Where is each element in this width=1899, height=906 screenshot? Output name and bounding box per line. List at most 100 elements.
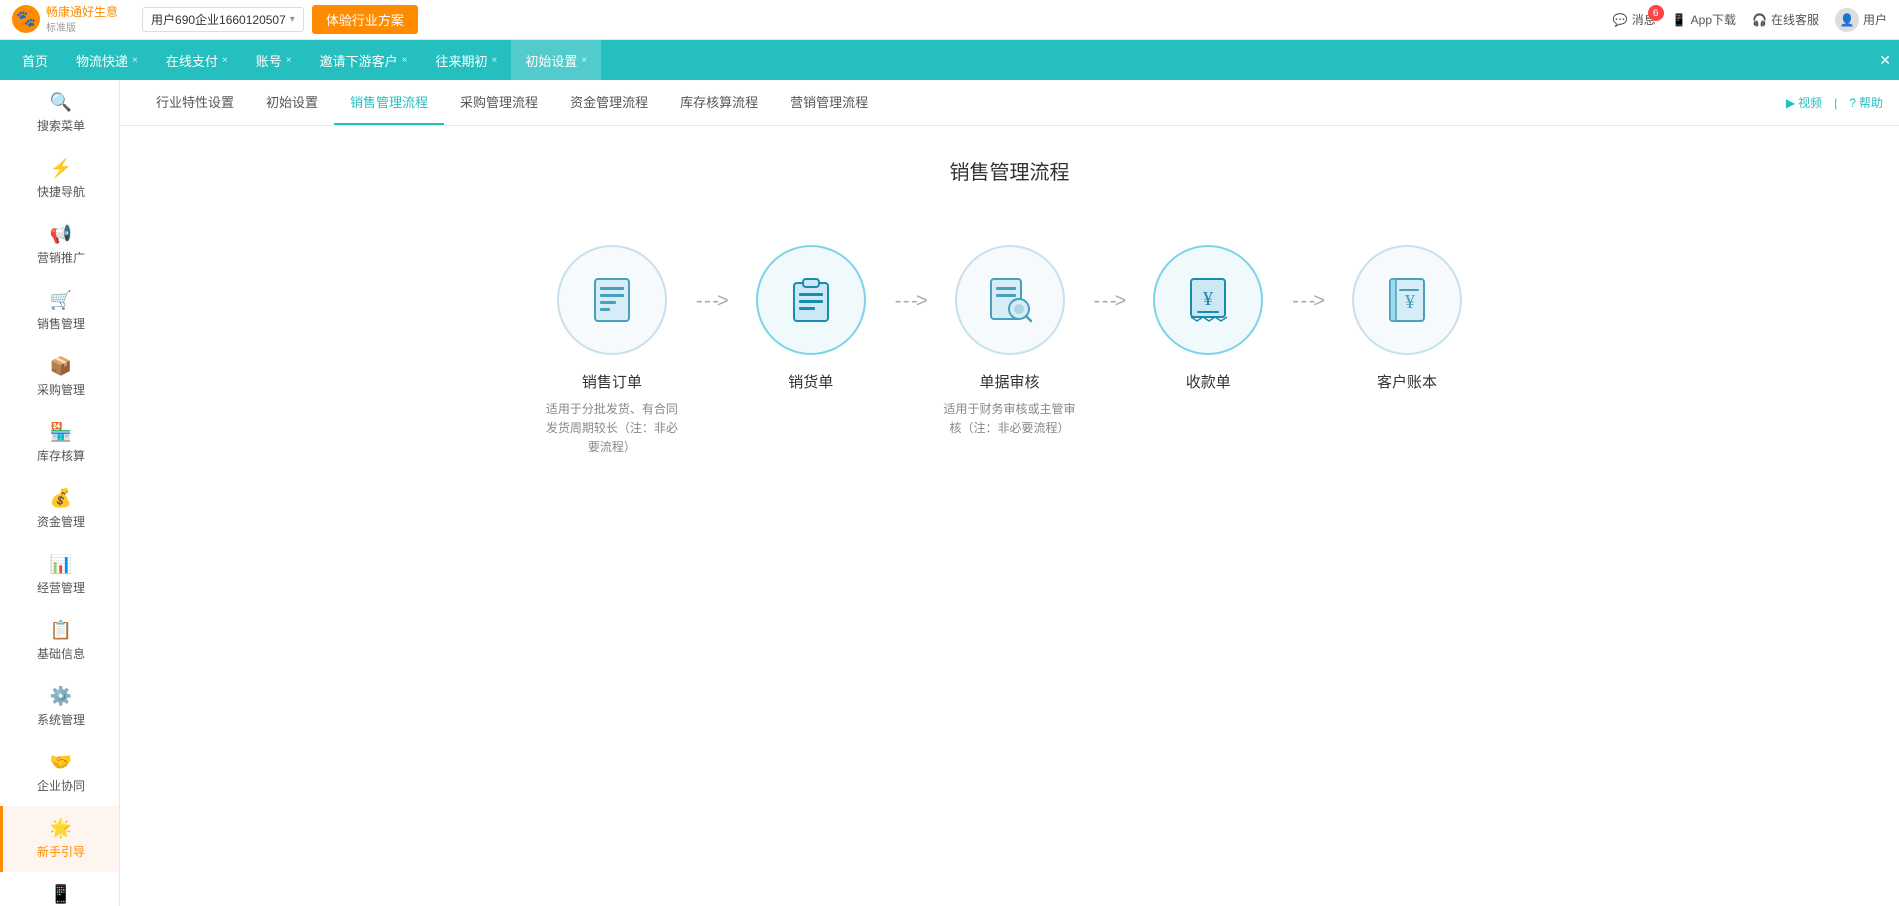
- online-service-item[interactable]: 🎧 在线客服: [1752, 11, 1819, 28]
- sub-tab-5[interactable]: 库存核算流程: [664, 80, 774, 125]
- sidebar-item-marketing[interactable]: 📢 营销推广: [0, 212, 119, 278]
- sub-tab-6[interactable]: 营销管理流程: [774, 80, 884, 125]
- sidebar-icon-quicknav: ⚡: [50, 158, 72, 179]
- sidebar-item-basic[interactable]: 📋 基础信息: [0, 608, 119, 674]
- nav-tab-close-icon[interactable]: ×: [222, 55, 228, 66]
- nav-tab-close-icon[interactable]: ×: [132, 55, 138, 66]
- arrow-icon: - - ->: [895, 290, 926, 313]
- sidebar-label-system: 系统管理: [37, 711, 85, 728]
- sub-tab-2[interactable]: 销售管理流程: [334, 80, 444, 125]
- app-download-item[interactable]: 📱 App下载: [1672, 11, 1736, 28]
- sub-tab-4[interactable]: 资金管理流程: [554, 80, 664, 125]
- step-name-4: 客户账本: [1377, 371, 1437, 392]
- nav-tab-1[interactable]: 物流快递 ×: [62, 40, 152, 80]
- sidebar-label-basic: 基础信息: [37, 645, 85, 662]
- sidebar-label-guide: 新手引导: [37, 843, 85, 860]
- process-step-0[interactable]: 销售订单 适用于分批发货、有合同发货周期较长（注：非必要流程）: [532, 245, 692, 458]
- message-item[interactable]: 💬 消息 6: [1613, 11, 1656, 28]
- sidebar-item-system[interactable]: ⚙️ 系统管理: [0, 674, 119, 740]
- svg-text:¥: ¥: [1203, 288, 1213, 310]
- sidebar-item-appstore[interactable]: 📱 应用中心: [0, 872, 119, 906]
- step-arrow-1: - - ->: [891, 290, 930, 313]
- user-label: 用户: [1863, 11, 1887, 28]
- logo-sub: 标准版: [46, 19, 118, 34]
- video-label: 视频: [1798, 94, 1822, 111]
- sidebar-item-search[interactable]: 🔍 搜索菜单: [0, 80, 119, 146]
- user-selector-text: 用户690企业1660120507: [151, 11, 286, 28]
- message-badge: 6: [1648, 5, 1664, 21]
- nav-tabs-container: 首页物流快递 ×在线支付 ×账号 ×邀请下游客户 ×往来期初 ×初始设置 ×: [8, 40, 1891, 80]
- process-flow: 销售订单 适用于分批发货、有合同发货周期较长（注：非必要流程） - - -> 销…: [532, 245, 1487, 458]
- nav-tab-4[interactable]: 邀请下游客户 ×: [306, 40, 422, 80]
- process-step-4[interactable]: ¥ 客户账本: [1327, 245, 1487, 400]
- sidebar-item-quicknav[interactable]: ⚡ 快捷导航: [0, 146, 119, 212]
- step-desc-0: 适用于分批发货、有合同发货周期较长（注：非必要流程）: [542, 400, 682, 458]
- process-step-1[interactable]: 销货单: [731, 245, 891, 400]
- sidebar-label-finance: 资金管理: [37, 513, 85, 530]
- nav-tab-label: 物流快递: [76, 51, 128, 70]
- sidebar-label-collab: 企业协同: [37, 777, 85, 794]
- sidebar-item-inventory[interactable]: 🏪 库存核算: [0, 410, 119, 476]
- sidebar-item-sales[interactable]: 🛒 销售管理: [0, 278, 119, 344]
- process-step-3[interactable]: ¥ 收款单: [1128, 245, 1288, 400]
- nav-tab-label: 初始设置: [525, 51, 577, 70]
- sub-tab-3[interactable]: 采购管理流程: [444, 80, 554, 125]
- sidebar-items: 🔍 搜索菜单 ⚡ 快捷导航 📢 营销推广 🛒 销售管理 📦 采购管理 🏪 库存核…: [0, 80, 119, 906]
- app-download-label: App下载: [1691, 11, 1736, 28]
- nav-tab-close-icon[interactable]: ×: [491, 55, 497, 66]
- sidebar-item-guide[interactable]: 🌟 新手引导: [0, 806, 119, 872]
- video-action[interactable]: ▶ 视频: [1786, 94, 1822, 111]
- trial-button[interactable]: 体验行业方案: [312, 5, 418, 34]
- nav-tab-close-icon[interactable]: ×: [402, 55, 408, 66]
- sidebar-item-finance[interactable]: 💰 资金管理: [0, 476, 119, 542]
- nav-tab-0[interactable]: 首页: [8, 40, 62, 80]
- step-name-2: 单据审核: [979, 371, 1039, 392]
- nav-tab-close-icon[interactable]: ×: [286, 55, 292, 66]
- step-arrow-0: - - ->: [692, 290, 731, 313]
- nav-tab-3[interactable]: 账号 ×: [242, 40, 306, 80]
- online-service-label: 在线客服: [1771, 11, 1819, 28]
- step-circle-2: [955, 245, 1065, 355]
- sidebar-label-operations: 经营管理: [37, 579, 85, 596]
- step-arrow-2: - - ->: [1090, 290, 1129, 313]
- nav-tab-label: 首页: [22, 51, 48, 70]
- sub-tabs: 行业特性设置初始设置销售管理流程采购管理流程资金管理流程库存核算流程营销管理流程…: [120, 80, 1899, 126]
- nav-tab-5[interactable]: 往来期初 ×: [421, 40, 511, 80]
- step-name-1: 销货单: [788, 371, 833, 392]
- sidebar-label-search: 搜索菜单: [37, 117, 85, 134]
- sidebar-label-sales: 销售管理: [37, 315, 85, 332]
- top-bar-right: 💬 消息 6 📱 App下载 🎧 在线客服 👤 用户: [1613, 8, 1887, 32]
- sidebar-label-purchase: 采购管理: [37, 381, 85, 398]
- nav-tab-close-icon[interactable]: ×: [581, 55, 587, 66]
- sidebar-item-collab[interactable]: 🤝 企业协同: [0, 740, 119, 806]
- sidebar-item-purchase[interactable]: 📦 采购管理: [0, 344, 119, 410]
- avatar: 👤: [1835, 8, 1859, 32]
- help-action[interactable]: ? 帮助: [1849, 94, 1883, 111]
- arrow-icon: - - ->: [1292, 290, 1323, 313]
- sidebar-label-marketing: 营销推广: [37, 249, 85, 266]
- step-circle-1: [756, 245, 866, 355]
- nav-tab-2[interactable]: 在线支付 ×: [152, 40, 242, 80]
- sub-tab-1[interactable]: 初始设置: [250, 80, 334, 125]
- sidebar-item-operations[interactable]: 📊 经营管理: [0, 542, 119, 608]
- sidebar-icon-collab: 🤝: [50, 752, 72, 773]
- process-step-2[interactable]: 单据审核 适用于财务审核或主管审核（注：非必要流程）: [930, 245, 1090, 438]
- sidebar-icon-guide: 🌟: [50, 818, 72, 839]
- sidebar-icon-basic: 📋: [50, 620, 72, 641]
- content-area: 行业特性设置初始设置销售管理流程采购管理流程资金管理流程库存核算流程营销管理流程…: [120, 80, 1899, 906]
- sidebar-icon-sales: 🛒: [50, 290, 72, 311]
- sidebar-icon-search: 🔍: [50, 92, 72, 113]
- sidebar-icon-operations: 📊: [50, 554, 72, 575]
- sidebar-icon-system: ⚙️: [50, 686, 72, 707]
- nav-tab-label: 往来期初: [435, 51, 487, 70]
- user-avatar-item[interactable]: 👤 用户: [1835, 8, 1887, 32]
- process-title: 销售管理流程: [950, 156, 1070, 185]
- nav-tab-label: 在线支付: [166, 51, 218, 70]
- user-selector[interactable]: 用户690企业1660120507 ▾: [142, 7, 304, 32]
- sidebar-icon-marketing: 📢: [50, 224, 72, 245]
- sub-tab-0[interactable]: 行业特性设置: [140, 80, 250, 125]
- close-all-icon[interactable]: ✕: [1879, 52, 1891, 69]
- nav-tabs: 首页物流快递 ×在线支付 ×账号 ×邀请下游客户 ×往来期初 ×初始设置 × ✕: [0, 40, 1899, 80]
- process-content: 销售管理流程 销售订单 适用于分批发货、有合同发货周期较长（注：非必要流程） -…: [120, 126, 1899, 906]
- nav-tab-6[interactable]: 初始设置 ×: [511, 40, 601, 80]
